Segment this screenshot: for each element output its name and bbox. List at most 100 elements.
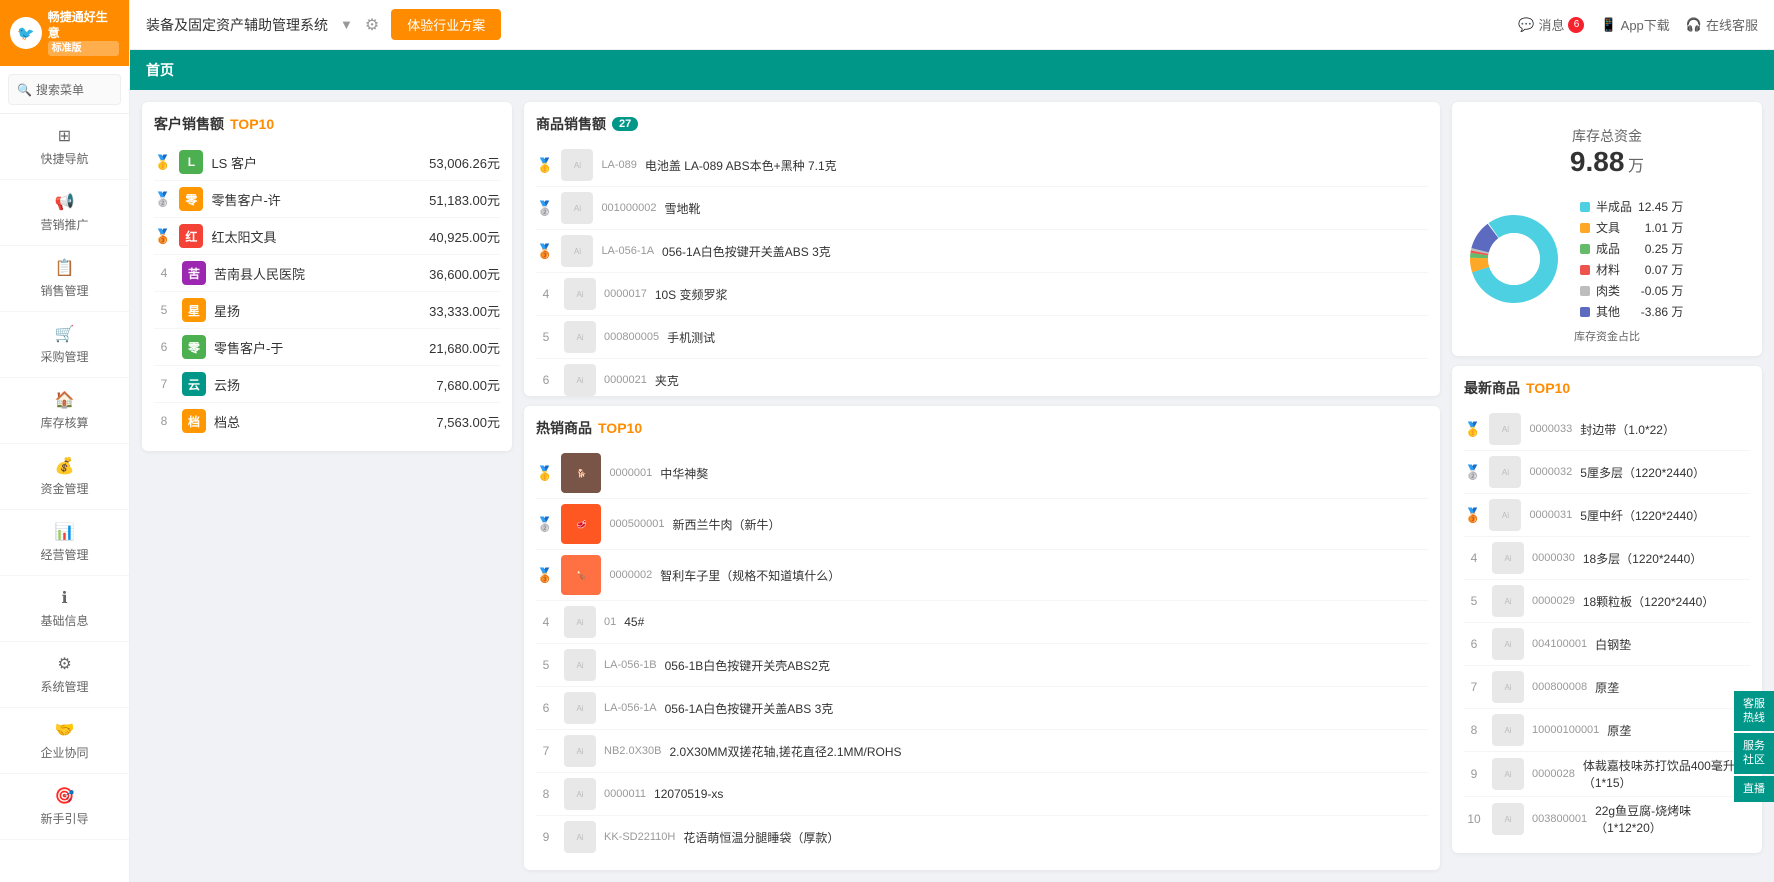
cs-hotline-button[interactable]: 客服热线	[1734, 691, 1774, 732]
system-icon: ⚙	[57, 654, 71, 674]
new-product-7: 7 Ai 000800008 原垄	[1464, 666, 1750, 709]
hot-products-title: 热销商品 TOP10	[536, 418, 1428, 438]
new-product-1: 🥇 Ai 0000033 封边带（1.0*22）	[1464, 408, 1750, 451]
rank-row-3: 🥉 红 红太阳文具 40,925.00元	[154, 218, 500, 255]
donut-chart	[1464, 209, 1564, 309]
new-product-8: 8 Ai 10000100001 原垄	[1464, 709, 1750, 752]
quick-nav-icon: ⊞	[58, 126, 71, 146]
hot-img-3: 🍗	[561, 555, 601, 595]
rank-name-1: LS 客户	[211, 153, 421, 172]
legend-dot-2	[1580, 223, 1590, 233]
new-product-6: 6 Ai 004100001 白钢垫	[1464, 623, 1750, 666]
finance-icon: 💰	[55, 456, 75, 476]
message-button[interactable]: 💬 消息 6	[1518, 15, 1584, 34]
legend-3: 成品 0.25 万	[1580, 240, 1683, 257]
hot-img-4: Ai	[564, 606, 596, 638]
hot-product-5: 5 Ai LA-056-1B 056-1B白色按键开关壳ABS2克	[536, 644, 1428, 687]
online-service-button[interactable]: 🎧 在线客服	[1686, 15, 1758, 34]
rank-medal-3: 🥉	[154, 228, 171, 245]
legend-dot-3	[1580, 244, 1590, 254]
sidebar-item-inventory[interactable]: 🏠 库存核算	[0, 378, 129, 444]
product-img-5: Ai	[564, 321, 596, 353]
rank-name-8: 档总	[214, 412, 428, 431]
avatar-1: L	[179, 150, 203, 174]
app-name: 畅捷通好生意	[48, 10, 119, 41]
avatar-3: 红	[179, 224, 203, 248]
sidebar-navigation: ⊞ 快捷导航 📢 营销推广 📋 销售管理 🛒 采购管理 🏠 库存核算 💰 资金管…	[0, 114, 129, 882]
settings-icon[interactable]: ⚙	[365, 15, 379, 35]
medal-2: 🥈	[536, 200, 553, 217]
product-img-1: Ai	[561, 149, 593, 181]
sidebar-item-operations[interactable]: 📊 经营管理	[0, 510, 129, 576]
sidebar-item-guide[interactable]: 🎯 新手引导	[0, 774, 129, 840]
sidebar-item-basic-info[interactable]: ℹ 基础信息	[0, 576, 129, 642]
inventory-ratio-label: 库存资金占比	[1464, 328, 1750, 344]
cs-live-button[interactable]: 直播	[1734, 776, 1774, 802]
legend-6: 其他 -3.86 万	[1580, 303, 1683, 320]
rank-name-4: 苦南县人民医院	[214, 264, 421, 283]
sidebar-item-enterprise[interactable]: 🤝 企业协同	[0, 708, 129, 774]
inventory-label: 库存总资金	[1572, 128, 1642, 144]
cs-community-button[interactable]: 服务社区	[1734, 733, 1774, 774]
sidebar-item-system[interactable]: ⚙ 系统管理	[0, 642, 129, 708]
hot-img-8: Ai	[564, 778, 596, 810]
legend-4: 材料 0.07 万	[1580, 261, 1683, 278]
new-product-2: 🥈 Ai 0000032 5厘多层（1220*2440）	[1464, 451, 1750, 494]
product-img-4: Ai	[564, 278, 596, 310]
purchase-icon: 🛒	[55, 324, 75, 344]
inventory-unit: 万	[1628, 158, 1644, 175]
rank-name-2: 零售客户-许	[211, 190, 421, 209]
topbar: 装备及固定资产辅助管理系统 ▼ ⚙ 体验行业方案 💬 消息 6 📱 App下载 …	[130, 0, 1774, 50]
app-download-button[interactable]: 📱 App下载	[1600, 15, 1669, 34]
legend-dot-5	[1580, 286, 1590, 296]
rank-amount-7: 7,680.00元	[436, 375, 500, 394]
new-product-img-2: Ai	[1489, 456, 1521, 488]
right-panel: 库存总资金 9.88 万	[1452, 102, 1762, 870]
sidebar-item-quick-nav[interactable]: ⊞ 快捷导航	[0, 114, 129, 180]
sales-icon: 📋	[55, 258, 75, 278]
new-product-img-6: Ai	[1492, 628, 1524, 660]
new-product-img-5: Ai	[1492, 585, 1524, 617]
new-product-5: 5 Ai 0000029 18颗粒板（1220*2440）	[1464, 580, 1750, 623]
search-menu-button[interactable]: 🔍 搜索菜单	[8, 74, 121, 105]
rank-row-6: 6 零 零售客户-于 21,680.00元	[154, 329, 500, 366]
page-content: 客户销售额 TOP10 🥇 L LS 客户 53,006.26元 🥈 零 零售客…	[130, 90, 1774, 882]
inventory-card: 库存总资金 9.88 万	[1452, 102, 1762, 356]
sidebar-item-marketing[interactable]: 📢 营销推广	[0, 180, 129, 246]
hot-product-4: 4 Ai 01 45#	[536, 601, 1428, 644]
operations-icon: 📊	[55, 522, 75, 542]
breadcrumb-home[interactable]: 首页	[146, 60, 174, 80]
rank-row-5: 5 星 星扬 33,333.00元	[154, 292, 500, 329]
avatar-2: 零	[179, 187, 203, 211]
hot-product-6: 6 Ai LA-056-1A 056-1A白色按键开关盖ABS 3克	[536, 687, 1428, 730]
new-product-img-4: Ai	[1492, 542, 1524, 574]
legend-1: 半成品 12.45 万	[1580, 198, 1683, 215]
sales-badge: 27	[612, 117, 638, 131]
system-name: 装备及固定资产辅助管理系统	[146, 15, 328, 35]
mobile-icon: 📱	[1600, 17, 1616, 33]
rank-name-7: 云扬	[214, 375, 428, 394]
legend-dot-4	[1580, 265, 1590, 275]
floating-customer-service: 客服热线 服务社区 直播	[1734, 691, 1774, 802]
marketing-icon: 📢	[55, 192, 75, 212]
experience-button[interactable]: 体验行业方案	[391, 9, 501, 40]
legend-dot-1	[1580, 202, 1590, 212]
sales-product-6: 6 Ai 0000021 夹克	[536, 359, 1428, 396]
newest-products-title: 最新商品 TOP10	[1464, 378, 1750, 398]
app-badge: 标准版	[48, 41, 119, 56]
rank-name-5: 星扬	[214, 301, 421, 320]
new-product-img-7: Ai	[1492, 671, 1524, 703]
app-logo-icon: 🐦	[10, 17, 42, 49]
hot-img-1: 🐕	[561, 453, 601, 493]
new-product-4: 4 Ai 0000030 18多层（1220*2440）	[1464, 537, 1750, 580]
sidebar-item-purchase[interactable]: 🛒 采购管理	[0, 312, 129, 378]
sales-product-4: 4 Ai 0000017 10S 变频罗浆	[536, 273, 1428, 316]
donut-container: 半成品 12.45 万 文具 1.01 万 成品 0.25 万	[1464, 198, 1750, 320]
sidebar-item-sales[interactable]: 📋 销售管理	[0, 246, 129, 312]
sidebar-item-finance[interactable]: 💰 资金管理	[0, 444, 129, 510]
basic-info-icon: ℹ	[61, 588, 67, 608]
sales-product-3: 🥉 Ai LA-056-1A 056-1A白色按键开关盖ABS 3克	[536, 230, 1428, 273]
medal-3: 🥉	[536, 243, 553, 260]
medal-1: 🥇	[536, 157, 553, 174]
new-product-img-8: Ai	[1492, 714, 1524, 746]
